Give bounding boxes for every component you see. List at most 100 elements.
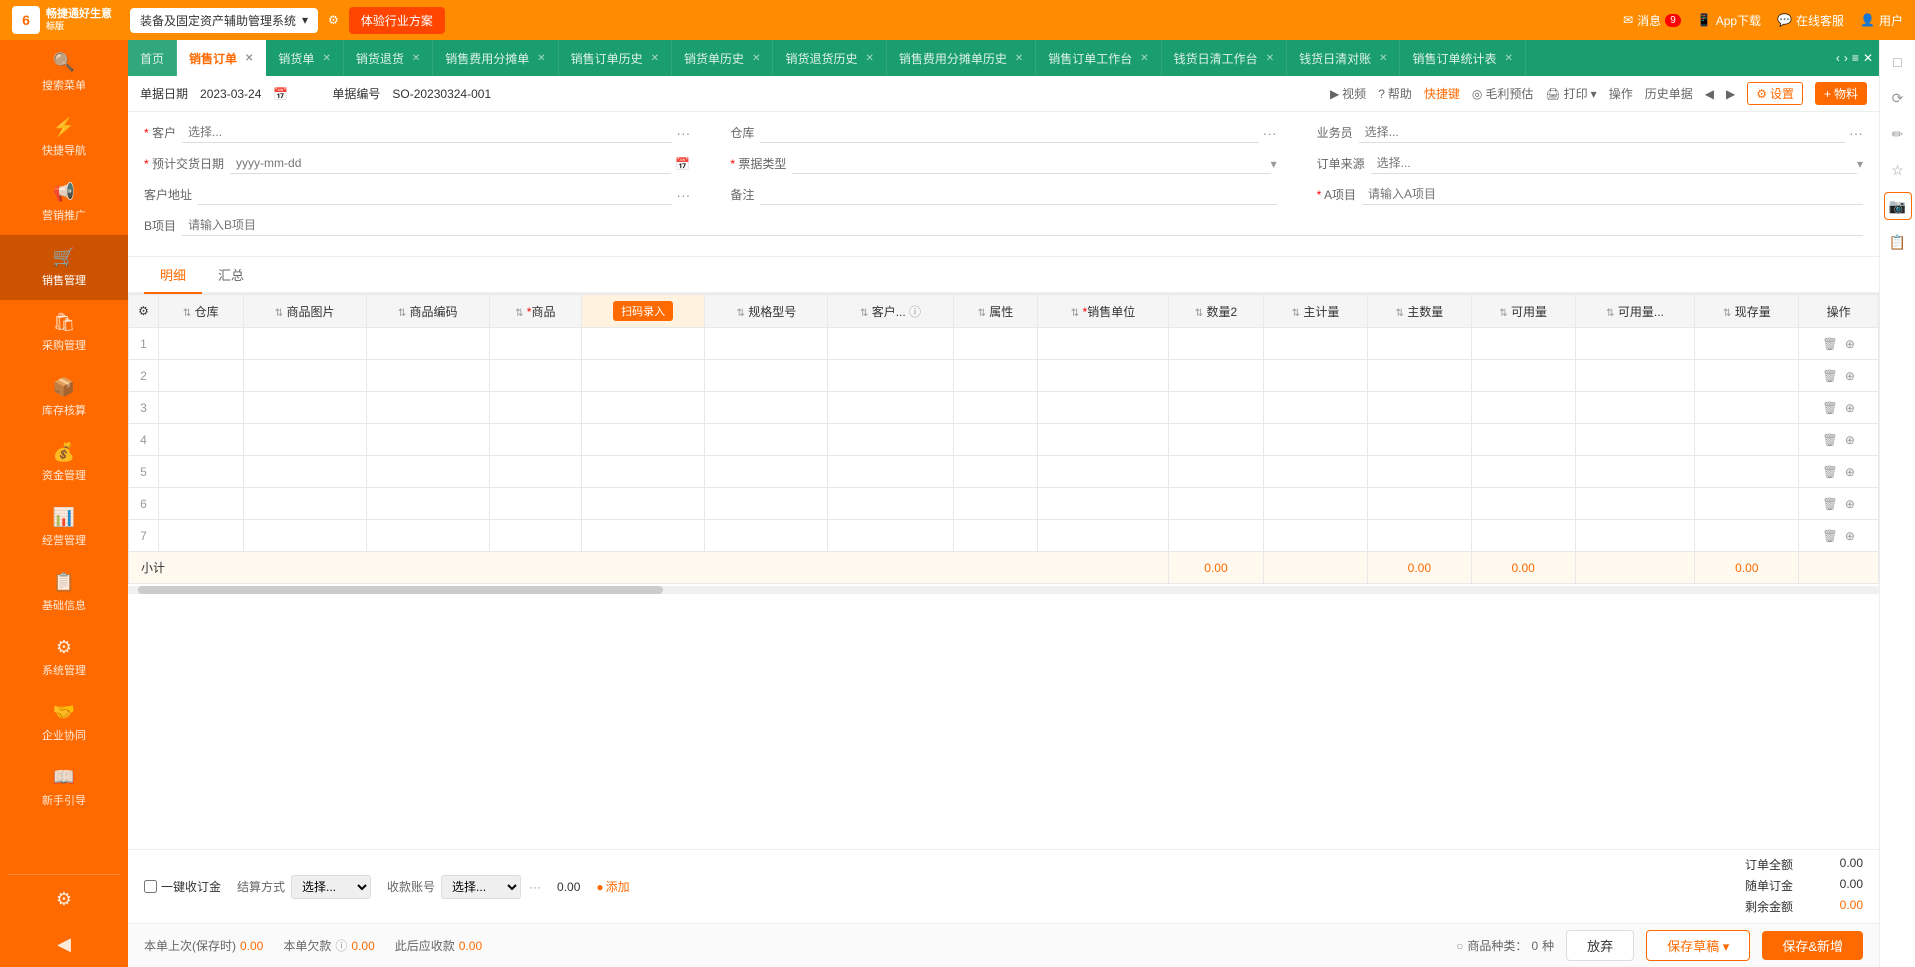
save-new-button[interactable]: 保存&新增 (1762, 931, 1863, 960)
order-source-dropdown-icon[interactable]: ▾ (1857, 157, 1863, 171)
row-main-unit[interactable] (1264, 392, 1368, 424)
row-main-unit[interactable] (1264, 456, 1368, 488)
row-customer-code[interactable] (828, 360, 953, 392)
help-btn[interactable]: ? 帮助 (1378, 85, 1412, 102)
sidebar-item-2[interactable]: 📢营销推广 (0, 170, 128, 235)
customer-input[interactable] (182, 122, 672, 143)
row-stock-qty[interactable] (1695, 392, 1799, 424)
row-copy-icon[interactable]: ⊕ (1845, 433, 1855, 447)
row-copy-icon[interactable]: ⊕ (1845, 497, 1855, 511)
row-delete-icon[interactable]: 🗑 (1822, 401, 1837, 415)
bank-dots[interactable]: ··· (529, 880, 541, 894)
sidebar-item-10[interactable]: 🤝企业协同 (0, 690, 128, 755)
address-input[interactable] (198, 184, 672, 205)
row-code[interactable] (366, 328, 489, 360)
row-copy-icon[interactable]: ⊕ (1845, 337, 1855, 351)
gear-icon[interactable]: ⚙ (138, 304, 149, 318)
row-avail-qty2[interactable] (1575, 456, 1695, 488)
history-btn[interactable]: 历史单据 (1645, 85, 1693, 102)
nav-tab-workbench[interactable]: 销售订单工作台 ✕ (1036, 40, 1161, 76)
one-click-checkbox-input[interactable] (144, 880, 157, 893)
row-spec[interactable] (705, 328, 828, 360)
row-customer-code[interactable] (828, 456, 953, 488)
sidebar-item-settings2[interactable]: ⚙ (0, 877, 128, 922)
nav-tab-daily-reconcile[interactable]: 钱货日清对账 ✕ (1287, 40, 1400, 76)
right-panel-btn-star[interactable]: ☆ (1884, 156, 1912, 184)
row-stock-qty[interactable] (1695, 424, 1799, 456)
order-source-input[interactable] (1371, 153, 1857, 174)
row-action[interactable]: 🗑 ⊕ (1799, 520, 1879, 552)
one-click-deposit-checkbox[interactable]: 一键收订金 (144, 878, 221, 895)
close-icon[interactable]: ✕ (322, 53, 330, 64)
close-icon[interactable]: ✕ (1379, 53, 1387, 64)
row-avail-qty[interactable] (1471, 424, 1575, 456)
row-qty2[interactable] (1168, 520, 1263, 552)
row-main-unit[interactable] (1264, 520, 1368, 552)
row-delete-icon[interactable]: 🗑 (1822, 369, 1837, 383)
row-action[interactable]: 🗑 ⊕ (1799, 488, 1879, 520)
right-panel-btn-edit[interactable]: ✏ (1884, 120, 1912, 148)
row-main-qty[interactable] (1367, 360, 1471, 392)
horizontal-scrollbar[interactable] (128, 586, 1879, 594)
row-action[interactable]: 🗑 ⊕ (1799, 360, 1879, 392)
add-btn[interactable]: ● 添加 (596, 878, 629, 895)
address-dots[interactable]: ··· (676, 187, 690, 203)
row-stock-qty[interactable] (1695, 488, 1799, 520)
row-avail-qty2[interactable] (1575, 488, 1695, 520)
close-icon[interactable]: ✕ (1266, 53, 1274, 64)
row-product[interactable] (489, 456, 581, 488)
close-sales-order-icon[interactable]: ✕ (245, 53, 253, 64)
row-scan[interactable] (581, 328, 705, 360)
row-scan[interactable] (581, 424, 705, 456)
shortcut-btn[interactable]: 快捷键 (1424, 85, 1460, 102)
salesman-dots[interactable]: ··· (1849, 125, 1863, 141)
row-unit[interactable] (1038, 456, 1169, 488)
row-unit[interactable] (1038, 488, 1169, 520)
notice-btn[interactable]: ✉ 消息 9 (1623, 12, 1681, 29)
settings-orange-btn[interactable]: ⚙ 设置 (1747, 82, 1803, 105)
sidebar-item-8[interactable]: 📋基础信息 (0, 560, 128, 625)
right-panel-btn-2[interactable]: ⟳ (1884, 84, 1912, 112)
row-main-unit[interactable] (1264, 328, 1368, 360)
row-warehouse[interactable] (159, 392, 244, 424)
row-delete-icon[interactable]: 🗑 (1822, 337, 1837, 351)
row-copy-icon[interactable]: ⊕ (1845, 401, 1855, 415)
row-warehouse[interactable] (159, 488, 244, 520)
calendar-icon[interactable]: 📅 (273, 87, 288, 101)
nav-tab-expense-split[interactable]: 销售费用分摊单 ✕ (433, 40, 558, 76)
nav-close-icon[interactable]: ✕ (1863, 51, 1873, 65)
row-qty2[interactable] (1168, 424, 1263, 456)
nav-tab-home[interactable]: 首页 (128, 40, 177, 76)
row-product[interactable] (489, 392, 581, 424)
remark-input[interactable] (760, 184, 1276, 205)
row-attr[interactable] (953, 520, 1038, 552)
row-scan[interactable] (581, 456, 705, 488)
nav-tab-sales-return[interactable]: 销货退货 ✕ (344, 40, 433, 76)
settings-btn[interactable]: ⚙ (328, 13, 339, 27)
row-avail-qty[interactable] (1471, 392, 1575, 424)
close-icon[interactable]: ✕ (537, 53, 545, 64)
solution-button[interactable]: 体验行业方案 (349, 7, 445, 34)
row-code[interactable] (366, 456, 489, 488)
row-warehouse[interactable] (159, 360, 244, 392)
close-icon[interactable]: ✕ (1505, 53, 1513, 64)
row-code[interactable] (366, 392, 489, 424)
row-image[interactable] (243, 328, 366, 360)
scan-enter-btn[interactable]: 扫码录入 (613, 301, 673, 321)
row-image[interactable] (243, 456, 366, 488)
row-unit[interactable] (1038, 392, 1169, 424)
nav-tab-invoice-history[interactable]: 销货单历史 ✕ (672, 40, 773, 76)
nav-tab-expense-history[interactable]: 销售费用分摊单历史 ✕ (887, 40, 1036, 76)
row-customer-code[interactable] (828, 488, 953, 520)
row-attr[interactable] (953, 392, 1038, 424)
col-settings[interactable]: ⚙ (129, 295, 159, 328)
right-panel-btn-camera[interactable]: 📷 (1884, 192, 1912, 220)
row-scan[interactable] (581, 520, 705, 552)
nav-tab-sales-invoice[interactable]: 销货单 ✕ (266, 40, 343, 76)
row-image[interactable] (243, 392, 366, 424)
row-customer-code[interactable] (828, 520, 953, 552)
row-warehouse[interactable] (159, 328, 244, 360)
row-main-unit[interactable] (1264, 488, 1368, 520)
row-image[interactable] (243, 488, 366, 520)
row-unit[interactable] (1038, 424, 1169, 456)
